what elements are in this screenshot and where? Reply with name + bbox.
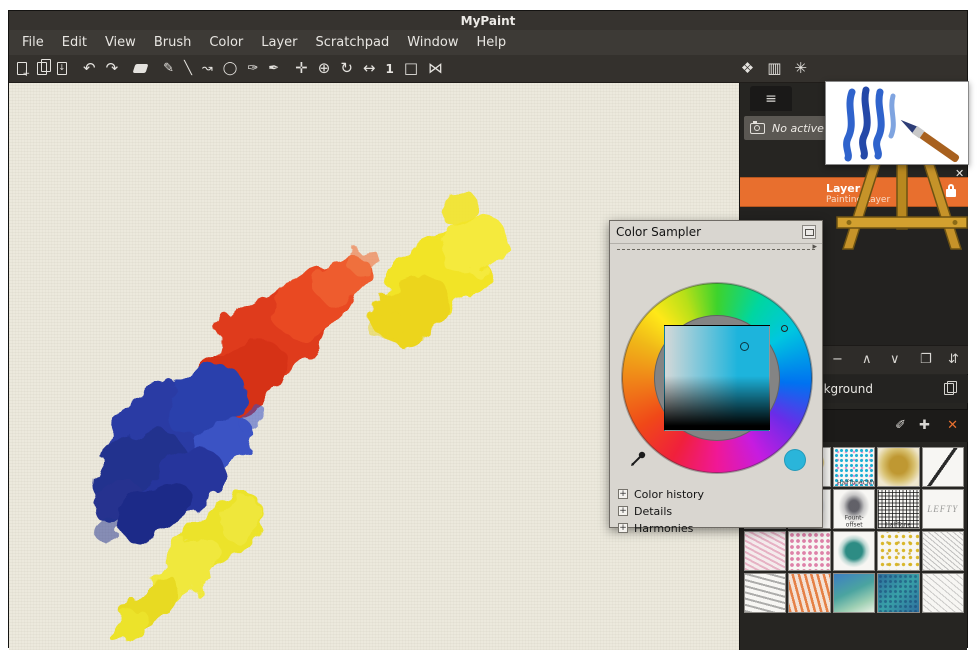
- line-tool-icon[interactable]: ╲: [184, 62, 192, 75]
- color-sampler-title: Color Sampler: [616, 225, 702, 239]
- layer-sort-button[interactable]: ⇵: [948, 353, 959, 366]
- brush-tile[interactable]: [788, 573, 831, 613]
- menu-color[interactable]: Color: [200, 32, 252, 53]
- preview-window[interactable]: [825, 81, 969, 165]
- menu-view[interactable]: View: [96, 32, 145, 53]
- menu-window[interactable]: Window: [398, 32, 467, 53]
- brush-tile[interactable]: [877, 447, 920, 487]
- brush-tile[interactable]: HalfTone: [877, 489, 920, 529]
- color-sampler-titlebar[interactable]: Color Sampler: [610, 221, 822, 244]
- menu-brush[interactable]: Brush: [145, 32, 201, 53]
- window-title: MyPaint: [460, 13, 516, 28]
- pen-tool-icon[interactable]: ✒: [268, 62, 279, 75]
- zoom-tool-icon[interactable]: ⊕: [318, 61, 331, 76]
- color-sampler-window[interactable]: Color Sampler ▸ + Color history + Detail…: [609, 220, 823, 535]
- camera-icon: [750, 120, 765, 134]
- expand-icon[interactable]: +: [618, 506, 628, 516]
- brush-panel-close-icon[interactable]: ✕: [947, 419, 958, 432]
- brush-tile[interactable]: [832, 531, 876, 571]
- menu-file[interactable]: File: [13, 32, 53, 53]
- ellipse-tool-icon[interactable]: ◯: [223, 62, 238, 75]
- scratchpad-status-text: No active: [772, 121, 824, 135]
- save-file-icon[interactable]: [57, 62, 67, 75]
- eraser-icon[interactable]: [132, 64, 149, 73]
- menu-edit[interactable]: Edit: [53, 32, 96, 53]
- brush-tile[interactable]: [877, 573, 920, 613]
- panel-drag-handle[interactable]: ▸: [617, 242, 817, 255]
- menu-bar: File Edit View Brush Color Layer Scratch…: [9, 30, 967, 55]
- redo-icon[interactable]: ↷: [106, 61, 119, 76]
- dock-menu-tab[interactable]: ≡: [750, 86, 792, 111]
- sv-marker[interactable]: [740, 342, 749, 351]
- rotate-tool-icon[interactable]: ↻: [340, 61, 353, 76]
- background-thumbnail-icon: [944, 381, 957, 395]
- freehand-tool-icon[interactable]: ✎: [163, 62, 174, 75]
- section-label: Harmonies: [634, 521, 694, 535]
- hue-marker[interactable]: [781, 325, 788, 332]
- menu-help[interactable]: Help: [467, 32, 515, 53]
- layer-duplicate-button[interactable]: ❐: [920, 353, 932, 366]
- brush-tile[interactable]: HalfToneCMY: [832, 447, 876, 487]
- layer-up-button[interactable]: ∧: [862, 353, 872, 366]
- flip-tool-icon[interactable]: ↔: [363, 61, 376, 76]
- brush-tile[interactable]: [788, 531, 831, 571]
- frame-tool-icon[interactable]: □: [404, 61, 418, 76]
- inking-tool-icon[interactable]: ✑: [247, 62, 258, 75]
- menu-layer[interactable]: Layer: [252, 32, 306, 53]
- hamburger-icon: ≡: [765, 90, 777, 107]
- section-harmonies[interactable]: + Harmonies: [618, 521, 704, 535]
- layer-down-button[interactable]: ∨: [890, 353, 900, 366]
- brush-groups-icon[interactable]: ❖: [741, 61, 754, 76]
- main-toolbar: ↶ ↷ ✎ ╲ ↝ ◯ ✑ ✒ ✛ ⊕ ↻ ↔ 1 □ ⋈ ❖ ▥ ✳: [9, 55, 967, 83]
- preview-brush: [900, 119, 960, 163]
- symmetry-tool-icon[interactable]: ⋈: [428, 61, 443, 76]
- reset-zoom-icon[interactable]: 1: [385, 63, 393, 75]
- preview-close-icon[interactable]: ✕: [955, 168, 964, 179]
- pan-tool-icon[interactable]: ✛: [295, 61, 308, 76]
- expand-icon[interactable]: +: [618, 489, 628, 499]
- brush-tile[interactable]: Fount-offset: [832, 489, 876, 529]
- brush-add-icon[interactable]: ✚: [919, 419, 930, 432]
- saturation-value-square[interactable]: [664, 325, 770, 431]
- easel-graphic: [836, 160, 968, 250]
- title-bar[interactable]: MyPaint: [9, 11, 967, 30]
- brush-tile[interactable]: [877, 531, 920, 571]
- main-area: ≡ No active 100% Layer Painting Layer + …: [9, 81, 969, 650]
- paint-stroke-yellow-top: [370, 193, 507, 342]
- brush-tile[interactable]: [832, 573, 876, 613]
- section-color-history[interactable]: + Color history: [618, 487, 704, 501]
- brush-tile[interactable]: [744, 573, 787, 613]
- preview-painting: [843, 86, 960, 163]
- brush-caption: Fount-offset: [844, 514, 864, 528]
- brush-tile[interactable]: [921, 531, 964, 571]
- brush-tile[interactable]: [921, 447, 964, 487]
- new-file-icon[interactable]: [17, 62, 30, 79]
- expand-icon[interactable]: +: [618, 523, 628, 533]
- brush-caption: HalfTone: [885, 521, 912, 528]
- open-file-icon[interactable]: [37, 59, 51, 75]
- section-label: Details: [634, 504, 673, 518]
- section-label: Color history: [634, 487, 705, 501]
- brush-tile[interactable]: LEFTY: [921, 489, 964, 529]
- section-details[interactable]: + Details: [618, 504, 704, 518]
- brush-caption: HalfToneCMY: [836, 479, 876, 486]
- brush-tile[interactable]: [744, 531, 787, 571]
- undo-icon[interactable]: ↶: [83, 61, 96, 76]
- eyedropper-icon[interactable]: [628, 449, 648, 469]
- brush-caption: LEFTY: [927, 504, 959, 514]
- palette-icon[interactable]: ▥: [767, 61, 781, 76]
- window-restore-button[interactable]: [802, 225, 816, 239]
- sampler-sections: + Color history + Details + Harmonies: [618, 487, 704, 535]
- brush-edit-icon[interactable]: ✐: [895, 419, 906, 432]
- menu-scratchpad[interactable]: Scratchpad: [307, 32, 399, 53]
- handle-arrow-icon: ▸: [812, 242, 817, 252]
- layer-remove-button[interactable]: −: [832, 353, 843, 366]
- color-sampler-body: ▸ + Color history + Details + Harmonies: [610, 242, 822, 535]
- curve-tool-icon[interactable]: ↝: [202, 62, 213, 75]
- brush-tile[interactable]: [921, 573, 964, 613]
- sparkle-icon[interactable]: ✳: [794, 61, 807, 76]
- current-color-swatch[interactable]: [784, 449, 806, 471]
- app-window: MyPaint File Edit View Brush Color Layer…: [8, 10, 969, 650]
